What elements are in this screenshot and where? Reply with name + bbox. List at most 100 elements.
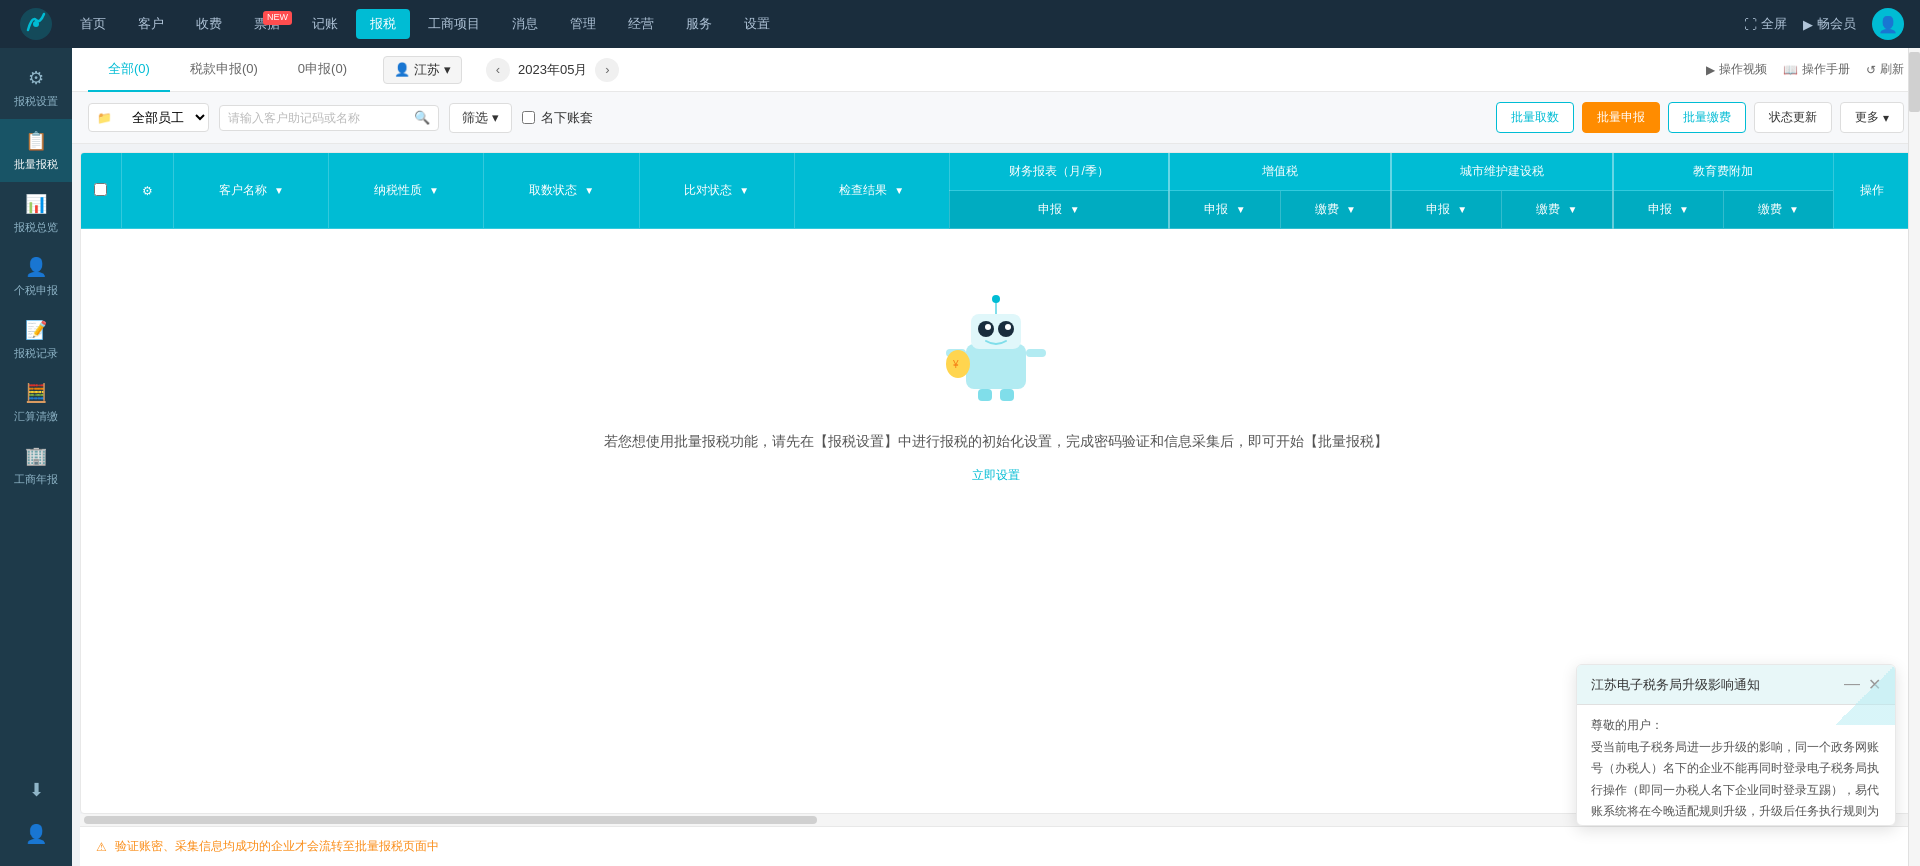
nav-accounting[interactable]: 记账 <box>298 9 352 39</box>
video-icon: ▶ <box>1706 63 1715 77</box>
select-all-checkbox[interactable] <box>94 183 107 196</box>
th-city-pay[interactable]: 缴费 ▼ <box>1502 191 1613 229</box>
bottom-message: 验证账密、采集信息均成功的企业才会流转至批量报税页面中 <box>115 838 439 855</box>
th-added-pay[interactable]: 缴费 ▼ <box>1280 191 1391 229</box>
nav-tax[interactable]: 报税 <box>356 9 410 39</box>
nav-message[interactable]: 消息 <box>498 9 552 39</box>
nav-client[interactable]: 客户 <box>124 9 178 39</box>
nav-business[interactable]: 工商项目 <box>414 9 494 39</box>
th-edu-declare[interactable]: 申报 ▼ <box>1613 191 1724 229</box>
svg-rect-14 <box>978 389 992 401</box>
refresh-icon: ↺ <box>1866 63 1876 77</box>
sub-account-checkbox[interactable] <box>522 111 535 124</box>
svg-rect-11 <box>1026 349 1046 357</box>
search-input[interactable] <box>228 106 408 130</box>
th-client-name[interactable]: 客户名称 ▼ <box>174 153 329 229</box>
tax-record-icon: 📝 <box>24 318 48 342</box>
date-prev-button[interactable]: ‹ <box>486 58 510 82</box>
region-selector[interactable]: 👤 江苏 ▾ <box>383 56 462 84</box>
chevron-down-icon: ▾ <box>444 62 451 77</box>
nav-invoice[interactable]: 票据 NEW <box>240 9 294 39</box>
city-pay-sort: ▼ <box>1568 204 1578 215</box>
sidebar-download[interactable]: ⬇ <box>0 770 72 810</box>
sidebar-item-geshui[interactable]: 👤 个税申报 <box>0 245 72 308</box>
manual-icon: 📖 <box>1783 63 1798 77</box>
th-added-declare[interactable]: 申报 ▼ <box>1169 191 1280 229</box>
scrollbar-thumb <box>84 816 817 824</box>
status-update-button[interactable]: 状态更新 <box>1754 102 1832 133</box>
annual-report-icon: 🏢 <box>24 444 48 468</box>
date-label: 2023年05月 <box>518 61 587 79</box>
tab-zero-declare[interactable]: 0申报(0) <box>278 48 367 92</box>
nav-operation[interactable]: 经营 <box>614 9 668 39</box>
edu-declare-sort: ▼ <box>1679 204 1689 215</box>
top-nav-right: ⛶ 全屏 ▶ 畅会员 👤 <box>1744 8 1904 40</box>
svg-text:¥: ¥ <box>952 359 959 370</box>
warning-icon: ⚠ <box>96 840 107 854</box>
th-check-result[interactable]: 检查结果 ▼ <box>794 153 949 229</box>
operation-video-button[interactable]: ▶ 操作视频 <box>1706 61 1767 78</box>
batch-declare-button[interactable]: 批量申报 <box>1582 102 1660 133</box>
tab-all[interactable]: 全部(0) <box>88 48 170 92</box>
employee-dropdown[interactable]: 全部员工 <box>120 104 208 131</box>
fetch-sort-icon: ▼ <box>584 185 594 196</box>
th-tax-nature[interactable]: 纳税性质 ▼ <box>329 153 484 229</box>
th-finance-group: 财务报表（月/季） <box>949 153 1169 191</box>
sidebar-item-baoshui-shezhi[interactable]: ⚙ 报税设置 <box>0 56 72 119</box>
invoice-badge: NEW <box>263 11 292 25</box>
user-avatar[interactable]: 👤 <box>1872 8 1904 40</box>
sidebar-item-baoshui-zongjie[interactable]: 📊 报税总览 <box>0 182 72 245</box>
notification-panel: 江苏电子税务局升级影响通知 — ✕ 尊敬的用户： 受当前电子税务局进一步升级的影… <box>1576 664 1896 826</box>
filter-button[interactable]: 筛选 ▾ <box>449 103 512 133</box>
nav-service[interactable]: 服务 <box>672 9 726 39</box>
tab-bar: 全部(0) 税款申报(0) 0申报(0) 👤 江苏 ▾ ‹ 2023年05月 ›… <box>72 48 1920 92</box>
th-finance-declare[interactable]: 申报 ▼ <box>949 191 1169 229</box>
right-scrollbar[interactable] <box>1908 48 1920 866</box>
more-chevron-icon: ▾ <box>1883 111 1889 125</box>
th-operation: 操作 <box>1833 153 1910 229</box>
personal-tax-icon: 👤 <box>24 255 48 279</box>
edu-pay-sort: ▼ <box>1789 204 1799 215</box>
batch-fetch-button[interactable]: 批量取数 <box>1496 102 1574 133</box>
empty-state: ¥ 若您想使用批量报税功能，请先在【报税设置】中进行报税的初始化设置，完成密码验… <box>81 229 1911 544</box>
more-button[interactable]: 更多 ▾ <box>1840 102 1904 133</box>
sidebar-item-gongshang[interactable]: 🏢 工商年报 <box>0 434 72 497</box>
settlement-icon: 🧮 <box>24 381 48 405</box>
refresh-button[interactable]: ↺ 刷新 <box>1866 61 1904 78</box>
sidebar-item-baoshui-jilu[interactable]: 📝 报税记录 <box>0 308 72 371</box>
nav-fee[interactable]: 收费 <box>182 9 236 39</box>
svg-rect-2 <box>966 344 1026 389</box>
th-edu-add-group: 教育费附加 <box>1613 153 1834 191</box>
th-fetch-status[interactable]: 取数状态 ▼ <box>484 153 639 229</box>
setup-link[interactable]: 立即设置 <box>972 467 1020 484</box>
toolbar: 📁 全部员工 🔍 筛选 ▾ 名下账套 批量取数 批量申报 批量缴费 状态更新 更… <box>72 92 1920 144</box>
fullscreen-button[interactable]: ⛶ 全屏 <box>1744 15 1787 33</box>
employee-select[interactable]: 📁 全部员工 <box>88 103 209 132</box>
sidebar-item-piliang-baoshui[interactable]: 📋 批量报税 <box>0 119 72 182</box>
sidebar-profile[interactable]: 👤 <box>0 814 72 854</box>
nav-manage[interactable]: 管理 <box>556 9 610 39</box>
member-button[interactable]: ▶ 畅会员 <box>1803 15 1856 33</box>
sidebar-item-huisuan[interactable]: 🧮 汇算清缴 <box>0 371 72 434</box>
batch-pay-button[interactable]: 批量缴费 <box>1668 102 1746 133</box>
download-icon: ⬇ <box>24 778 48 802</box>
right-scrollbar-thumb <box>1909 52 1920 112</box>
date-next-button[interactable]: › <box>595 58 619 82</box>
compare-sort-icon: ▼ <box>739 185 749 196</box>
operation-manual-button[interactable]: 📖 操作手册 <box>1783 61 1850 78</box>
nav-settings[interactable]: 设置 <box>730 9 784 39</box>
th-compare-status[interactable]: 比对状态 ▼ <box>639 153 794 229</box>
th-checkbox[interactable] <box>81 153 121 229</box>
nav-items: 首页 客户 收费 票据 NEW 记账 报税 工商项目 消息 管理 经营 服务 设… <box>66 9 1744 39</box>
tab-tax-declare[interactable]: 税款申报(0) <box>170 48 278 92</box>
toolbar-right: 批量取数 批量申报 批量缴费 状态更新 更多 ▾ <box>1496 102 1904 133</box>
sub-account-checkbox-label[interactable]: 名下账套 <box>522 109 593 127</box>
search-box: 🔍 <box>219 105 439 131</box>
search-icon[interactable]: 🔍 <box>414 110 430 125</box>
th-edu-pay[interactable]: 缴费 ▼ <box>1723 191 1833 229</box>
added-declare-sort: ▼ <box>1236 204 1246 215</box>
tab-bar-right: ▶ 操作视频 📖 操作手册 ↺ 刷新 <box>1706 61 1904 78</box>
nav-home[interactable]: 首页 <box>66 9 120 39</box>
th-gear: ⚙ <box>121 153 174 229</box>
th-city-declare[interactable]: 申报 ▼ <box>1391 191 1502 229</box>
